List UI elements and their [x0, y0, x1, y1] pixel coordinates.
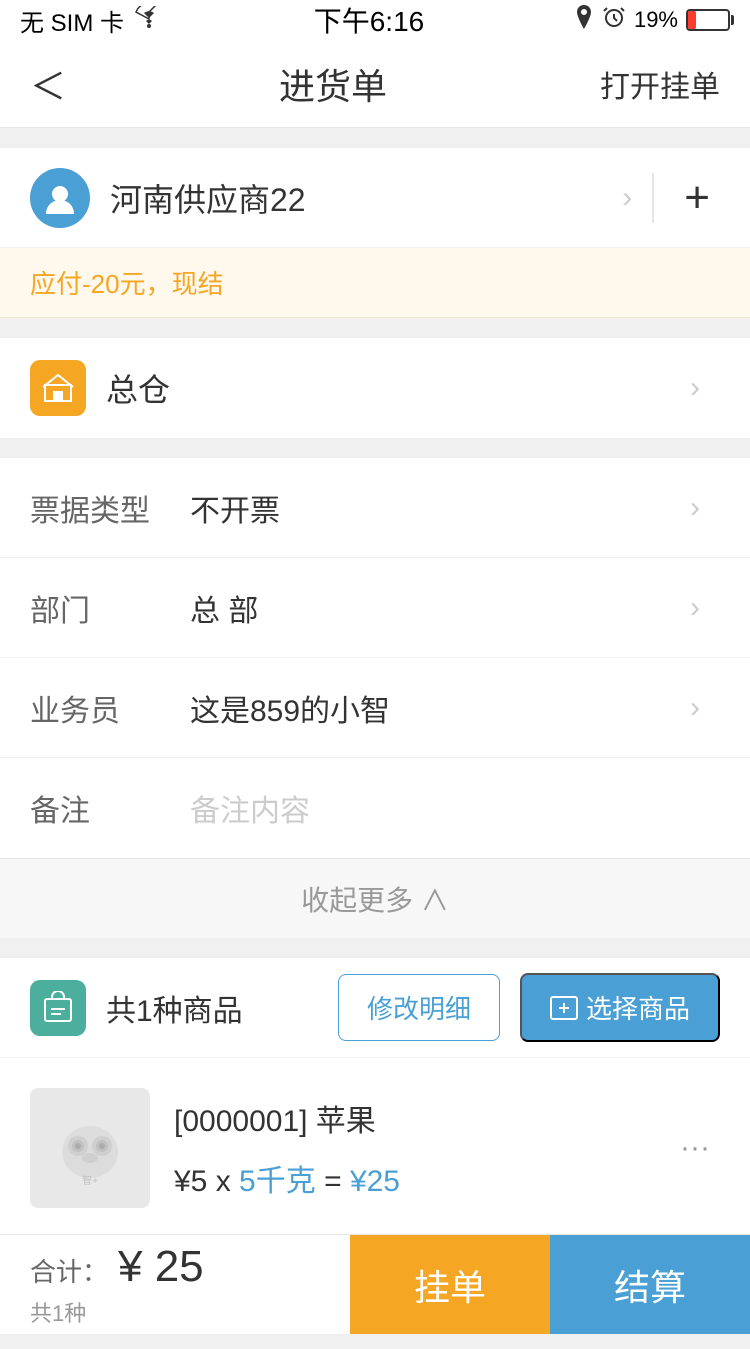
product-menu-button[interactable]: ··· — [670, 1121, 720, 1175]
payment-hint: 应付-20元，现结 — [0, 248, 750, 318]
warehouse-chevron-icon: › — [690, 371, 700, 405]
supplier-avatar — [30, 168, 90, 228]
warehouse-icon — [30, 360, 86, 416]
products-icon — [30, 980, 86, 1036]
sales-chevron-icon: › — [690, 691, 700, 725]
product-thumbnail: 智+ — [30, 1088, 150, 1208]
hang-button[interactable]: 挂单 — [350, 1235, 550, 1334]
add-supplier-button[interactable]: + — [674, 173, 720, 223]
open-hang-button[interactable]: 打开挂单 — [600, 62, 720, 106]
product-price: ¥5 x 5千克 = ¥25 — [174, 1156, 670, 1200]
supplier-section: 河南供应商22 › + 应付-20元，现结 — [0, 148, 750, 318]
status-indicators: 19% — [574, 5, 730, 35]
invoice-row[interactable]: 票据类型 不开票 › — [0, 458, 750, 558]
warehouse-section: 总仓 › — [0, 338, 750, 438]
alarm-icon — [602, 5, 626, 35]
divider-1 — [0, 128, 750, 148]
nav-bar: ＜ 进货单 打开挂单 — [0, 40, 750, 128]
invoice-chevron-icon: › — [690, 491, 700, 525]
select-product-button[interactable]: 选择商品 — [520, 973, 720, 1042]
sales-row[interactable]: 业务员 这是859的小智 › — [0, 658, 750, 758]
product-name: [0000001] 苹果 — [174, 1096, 670, 1140]
sales-label: 业务员 — [30, 686, 170, 730]
remark-row[interactable]: 备注 备注内容 — [0, 758, 750, 858]
battery-icon — [686, 9, 730, 31]
status-bar: 无 SIM 卡 下午6:16 19% — [0, 0, 750, 40]
divider-2 — [0, 318, 750, 338]
bottom-bar: 合计： ¥ 25 共1种 挂单 结算 — [0, 1234, 750, 1334]
supplier-name: 河南供应商22 — [110, 175, 622, 221]
status-carrier: 无 SIM 卡 — [20, 3, 164, 38]
total-count: 共1种 — [30, 1296, 320, 1328]
products-section: 共1种商品 修改明细 选择商品 智+ [0000001] 苹果 ¥ — [0, 958, 750, 1239]
warehouse-row[interactable]: 总仓 › — [0, 338, 750, 438]
dept-value: 总 部 — [170, 586, 690, 630]
invoice-value: 不开票 — [170, 486, 690, 530]
checkout-button[interactable]: 结算 — [550, 1235, 750, 1334]
wifi-icon — [134, 6, 164, 35]
warehouse-name: 总仓 — [106, 365, 690, 411]
back-button[interactable]: ＜ — [30, 58, 66, 110]
invoice-label: 票据类型 — [30, 486, 170, 530]
collapse-toggle[interactable]: 收起更多 ∧ — [0, 858, 750, 938]
battery-text: 19% — [634, 7, 678, 33]
page-title: 进货单 — [279, 58, 387, 110]
location-icon — [574, 5, 594, 35]
product-item: 智+ [0000001] 苹果 ¥5 x 5千克 = ¥25 ··· — [0, 1058, 750, 1239]
supplier-chevron-icon: › — [622, 181, 632, 215]
dept-label: 部门 — [30, 586, 170, 630]
status-time: 下午6:16 — [314, 0, 425, 40]
remark-input[interactable]: 备注内容 — [170, 786, 720, 830]
total-amount: ¥ 25 — [118, 1242, 204, 1292]
modify-detail-button[interactable]: 修改明细 — [338, 974, 500, 1041]
dept-row[interactable]: 部门 总 部 › — [0, 558, 750, 658]
remark-label: 备注 — [30, 786, 170, 830]
total-label: 合计： ¥ 25 — [30, 1242, 320, 1292]
sales-value: 这是859的小智 — [170, 686, 690, 730]
collapse-label: 收起更多 ∧ — [301, 879, 449, 919]
form-section: 票据类型 不开票 › 部门 总 部 › 业务员 这是859的小智 › 备注 备注… — [0, 458, 750, 858]
svg-text:智+: 智+ — [82, 1174, 98, 1187]
select-product-label: 选择商品 — [586, 989, 690, 1026]
product-info: [0000001] 苹果 ¥5 x 5千克 = ¥25 — [174, 1096, 670, 1200]
products-header: 共1种商品 修改明细 选择商品 — [0, 958, 750, 1058]
total-label-text: 合计： — [30, 1252, 108, 1289]
total-section: 合计： ¥ 25 共1种 — [0, 1235, 350, 1334]
supplier-row[interactable]: 河南供应商22 › + — [0, 148, 750, 248]
dept-chevron-icon: › — [690, 591, 700, 625]
carrier-text: 无 SIM 卡 — [20, 3, 124, 38]
supplier-divider — [652, 173, 654, 223]
products-count: 共1种商品 — [106, 986, 338, 1030]
